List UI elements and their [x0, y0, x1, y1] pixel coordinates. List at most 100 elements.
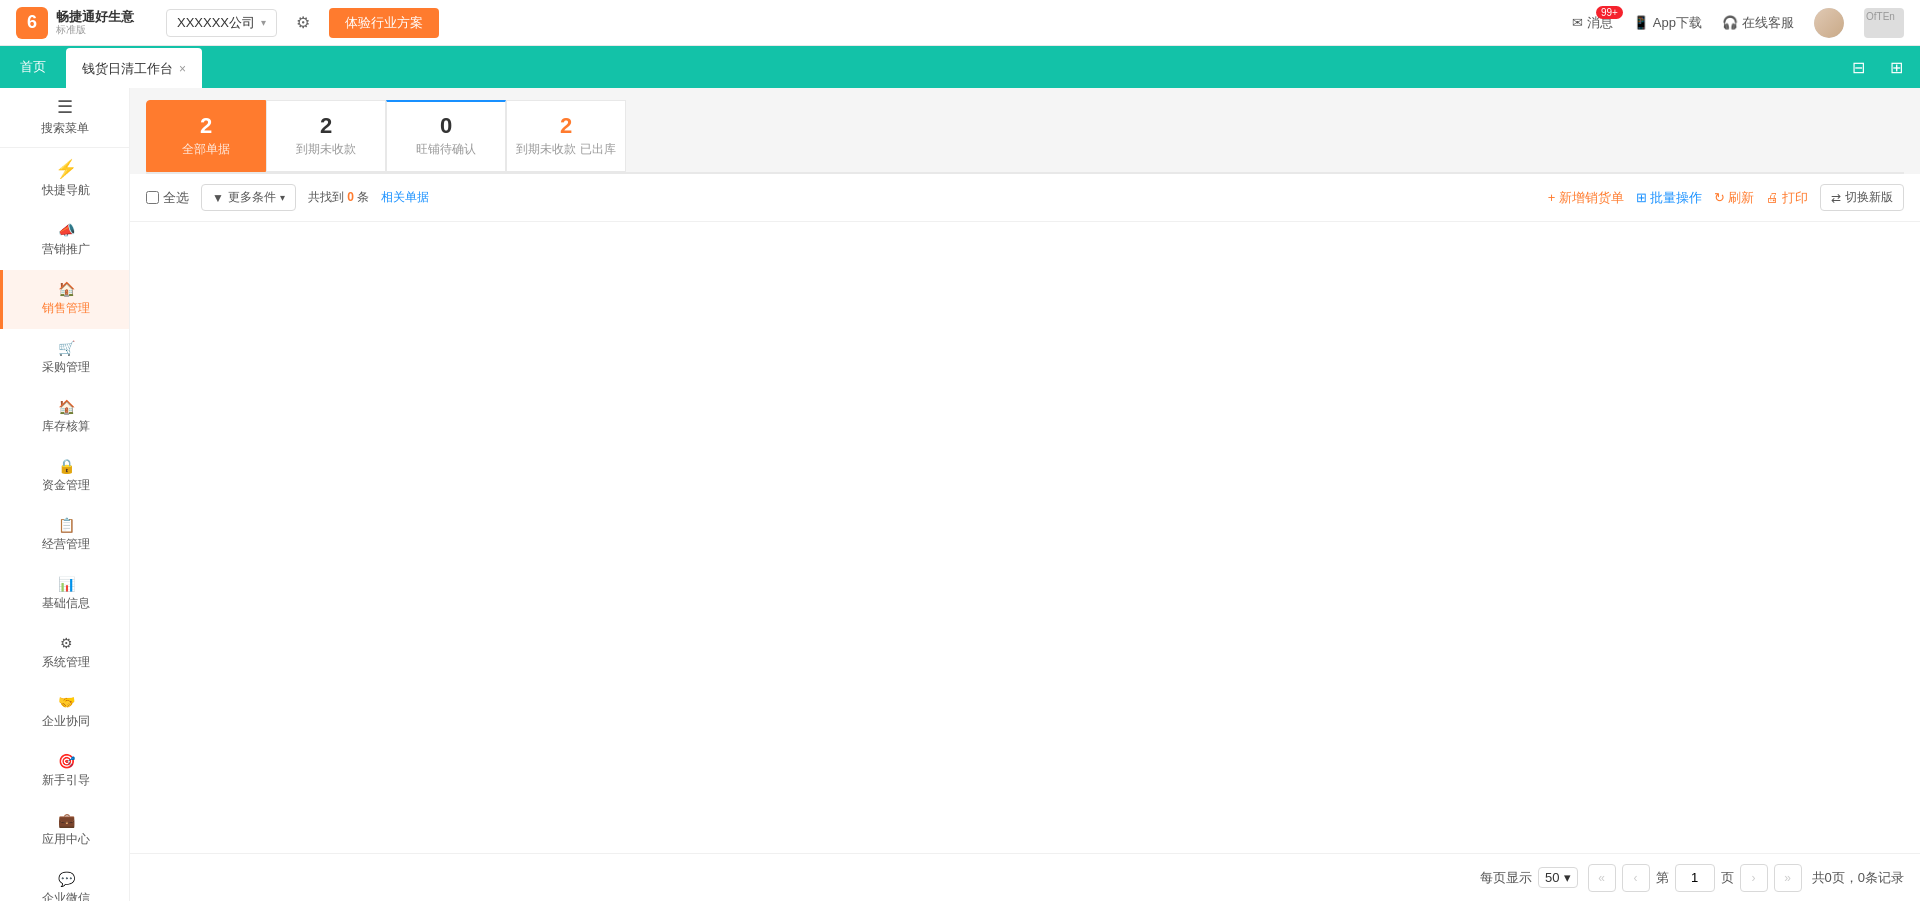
table-area — [130, 222, 1920, 853]
switch-version-button[interactable]: ⇄ 切换新版 — [1820, 184, 1904, 211]
sidebar-label-search: 搜索菜单 — [41, 120, 89, 137]
next-page-button[interactable]: › — [1740, 864, 1768, 892]
sidebar-item-wechat[interactable]: 💬 企业微信 — [0, 860, 129, 901]
tab-active[interactable]: 钱货日清工作台 × — [66, 48, 202, 90]
message-button[interactable]: ✉ 消息 99+ — [1572, 14, 1613, 32]
top-right-area: ✉ 消息 99+ 📱 App下载 🎧 在线客服 OfTEn — [1572, 8, 1904, 38]
logo-area: 6 畅捷通好生意 标准版 — [16, 7, 146, 39]
sidebar-item-guide[interactable]: 🎯 新手引导 — [0, 742, 129, 801]
tab-maximize-icon[interactable]: ⊞ — [1882, 53, 1910, 81]
page-size-value: 50 — [1545, 870, 1559, 885]
app-name: 畅捷通好生意 — [56, 9, 134, 25]
company-name: XXXXXX公司 — [177, 14, 255, 32]
toolbar: 全选 ▼ 更多条件 ▾ 共找到 0 条 相关单据 + 新增销货单 ⊞ — [130, 174, 1920, 222]
select-all-input[interactable] — [146, 191, 159, 204]
app-center-icon: 💼 — [58, 813, 75, 827]
tab-home[interactable]: 首页 — [0, 46, 66, 88]
sidebar-label-operations: 经营管理 — [42, 536, 90, 553]
stats-tab-pending[interactable]: 0 旺铺待确认 — [386, 100, 506, 172]
sidebar-item-marketing[interactable]: 📣 营销推广 — [0, 211, 129, 270]
stats-tab-overdue[interactable]: 2 到期未收款 — [266, 100, 386, 172]
sidebar-label-system: 系统管理 — [42, 654, 90, 671]
operations-icon: 📋 — [58, 518, 75, 532]
tab-close-icon[interactable]: × — [179, 62, 186, 76]
refresh-icon: ↻ — [1714, 190, 1725, 205]
sidebar-item-finance[interactable]: 🔒 资金管理 — [0, 447, 129, 506]
sidebar-item-basic-info[interactable]: 📊 基础信息 — [0, 565, 129, 624]
prev-page-button[interactable]: ‹ — [1622, 864, 1650, 892]
basic-info-icon: 📊 — [58, 577, 75, 591]
batch-operation-button[interactable]: ⊞ 批量操作 — [1636, 189, 1702, 207]
select-all-checkbox[interactable]: 全选 — [146, 189, 189, 207]
sidebar-item-quick-nav[interactable]: ⚡ 快捷导航 — [0, 148, 129, 211]
switch-icon: ⇄ — [1831, 191, 1841, 205]
page-prefix: 第 — [1656, 869, 1669, 887]
page-size-select[interactable]: 50 ▾ — [1538, 867, 1577, 888]
sidebar-item-purchase[interactable]: 🛒 采购管理 — [0, 329, 129, 388]
wechat-icon: 💬 — [58, 872, 75, 886]
sidebar-label-app-center: 应用中心 — [42, 831, 90, 848]
cooperation-icon: 🤝 — [58, 695, 75, 709]
tab-minimize-icon[interactable]: ⊟ — [1844, 53, 1872, 81]
stats-tab-all[interactable]: 2 全部单据 — [146, 100, 266, 172]
sidebar-label-sales: 销售管理 — [42, 300, 90, 317]
stats-tab-overdue-out[interactable]: 2 到期未收款 已出库 — [506, 100, 626, 172]
mobile-icon: 📱 — [1633, 15, 1649, 30]
found-count: 0 — [347, 190, 354, 204]
sidebar-label-inventory: 库存核算 — [42, 418, 90, 435]
print-icon: 🖨 — [1766, 190, 1779, 205]
related-records-link[interactable]: 相关单据 — [381, 189, 429, 206]
last-page-button[interactable]: » — [1774, 864, 1802, 892]
sidebar-label-marketing: 营销推广 — [42, 241, 90, 258]
select-all-label: 全选 — [163, 189, 189, 207]
logo-text: 畅捷通好生意 标准版 — [56, 9, 134, 37]
sidebar-item-cooperation[interactable]: 🤝 企业协同 — [0, 683, 129, 742]
add-sales-order-button[interactable]: + 新增销货单 — [1548, 189, 1624, 207]
settings-icon[interactable]: ⚙ — [287, 7, 319, 39]
stats-label-overdue: 到期未收款 — [296, 141, 356, 158]
found-text: 共找到 0 条 — [308, 189, 369, 206]
marketing-icon: 📣 — [58, 223, 75, 237]
quick-nav-icon: ⚡ — [55, 160, 77, 178]
first-page-button[interactable]: « — [1588, 864, 1616, 892]
sidebar-item-inventory[interactable]: 🏠 库存核算 — [0, 388, 129, 447]
company-selector[interactable]: XXXXXX公司 ▾ — [166, 9, 277, 37]
stats-wrapper: 2 全部单据 2 到期未收款 0 旺铺待确认 2 到期未收款 已出库 — [130, 88, 1920, 174]
sales-icon: 🏠 — [58, 282, 75, 296]
online-service-button[interactable]: 🎧 在线客服 — [1722, 14, 1794, 32]
top-bar: 6 畅捷通好生意 标准版 XXXXXX公司 ▾ ⚙ 体验行业方案 ✉ 消息 99… — [0, 0, 1920, 46]
experience-button[interactable]: 体验行业方案 — [329, 8, 439, 38]
sidebar-label-cooperation: 企业协同 — [42, 713, 90, 730]
sidebar-item-app-center[interactable]: 💼 应用中心 — [0, 801, 129, 860]
app-download-button[interactable]: 📱 App下载 — [1633, 14, 1702, 32]
sidebar-label-wechat: 企业微信 — [42, 890, 90, 901]
stats-tabs-row: 2 全部单据 2 到期未收款 0 旺铺待确认 2 到期未收款 已出库 — [146, 100, 1904, 174]
user-name-area: OfTEn — [1864, 8, 1904, 38]
sidebar-item-system[interactable]: ⚙ 系统管理 — [0, 624, 129, 683]
chevron-down-icon: ▾ — [280, 192, 285, 203]
stats-label-all: 全部单据 — [182, 141, 230, 158]
print-button[interactable]: 🖨 打印 — [1766, 189, 1808, 207]
logo-icon: 6 — [16, 7, 48, 39]
sidebar-label-basic-info: 基础信息 — [42, 595, 90, 612]
headset-icon: 🎧 — [1722, 15, 1738, 30]
more-filters-button[interactable]: ▼ 更多条件 ▾ — [201, 184, 296, 211]
user-avatar[interactable] — [1814, 8, 1844, 38]
page-size-arrow: ▾ — [1564, 870, 1571, 885]
search-menu-icon: ☰ — [57, 98, 73, 116]
sidebar-item-operations[interactable]: 📋 经营管理 — [0, 506, 129, 565]
chevron-down-icon: ▾ — [261, 17, 266, 28]
message-icon: ✉ — [1572, 15, 1583, 30]
more-filters-label: 更多条件 — [228, 189, 276, 206]
tab-label: 钱货日清工作台 — [82, 60, 173, 78]
stats-label-pending: 旺铺待确认 — [416, 141, 476, 158]
tab-bar-right: ⊟ ⊞ — [1844, 53, 1920, 81]
refresh-button[interactable]: ↻ 刷新 — [1714, 189, 1754, 207]
per-page-label: 每页显示 — [1480, 869, 1532, 887]
page-total: 共0页，0条记录 — [1812, 869, 1904, 887]
page-number-input[interactable] — [1675, 864, 1715, 892]
page-size-selector: 每页显示 50 ▾ — [1480, 867, 1577, 888]
filter-icon: ▼ — [212, 191, 224, 205]
sidebar-item-sales[interactable]: 🏠 销售管理 — [0, 270, 129, 329]
sidebar-item-search-menu[interactable]: ☰ 搜索菜单 — [0, 88, 129, 148]
